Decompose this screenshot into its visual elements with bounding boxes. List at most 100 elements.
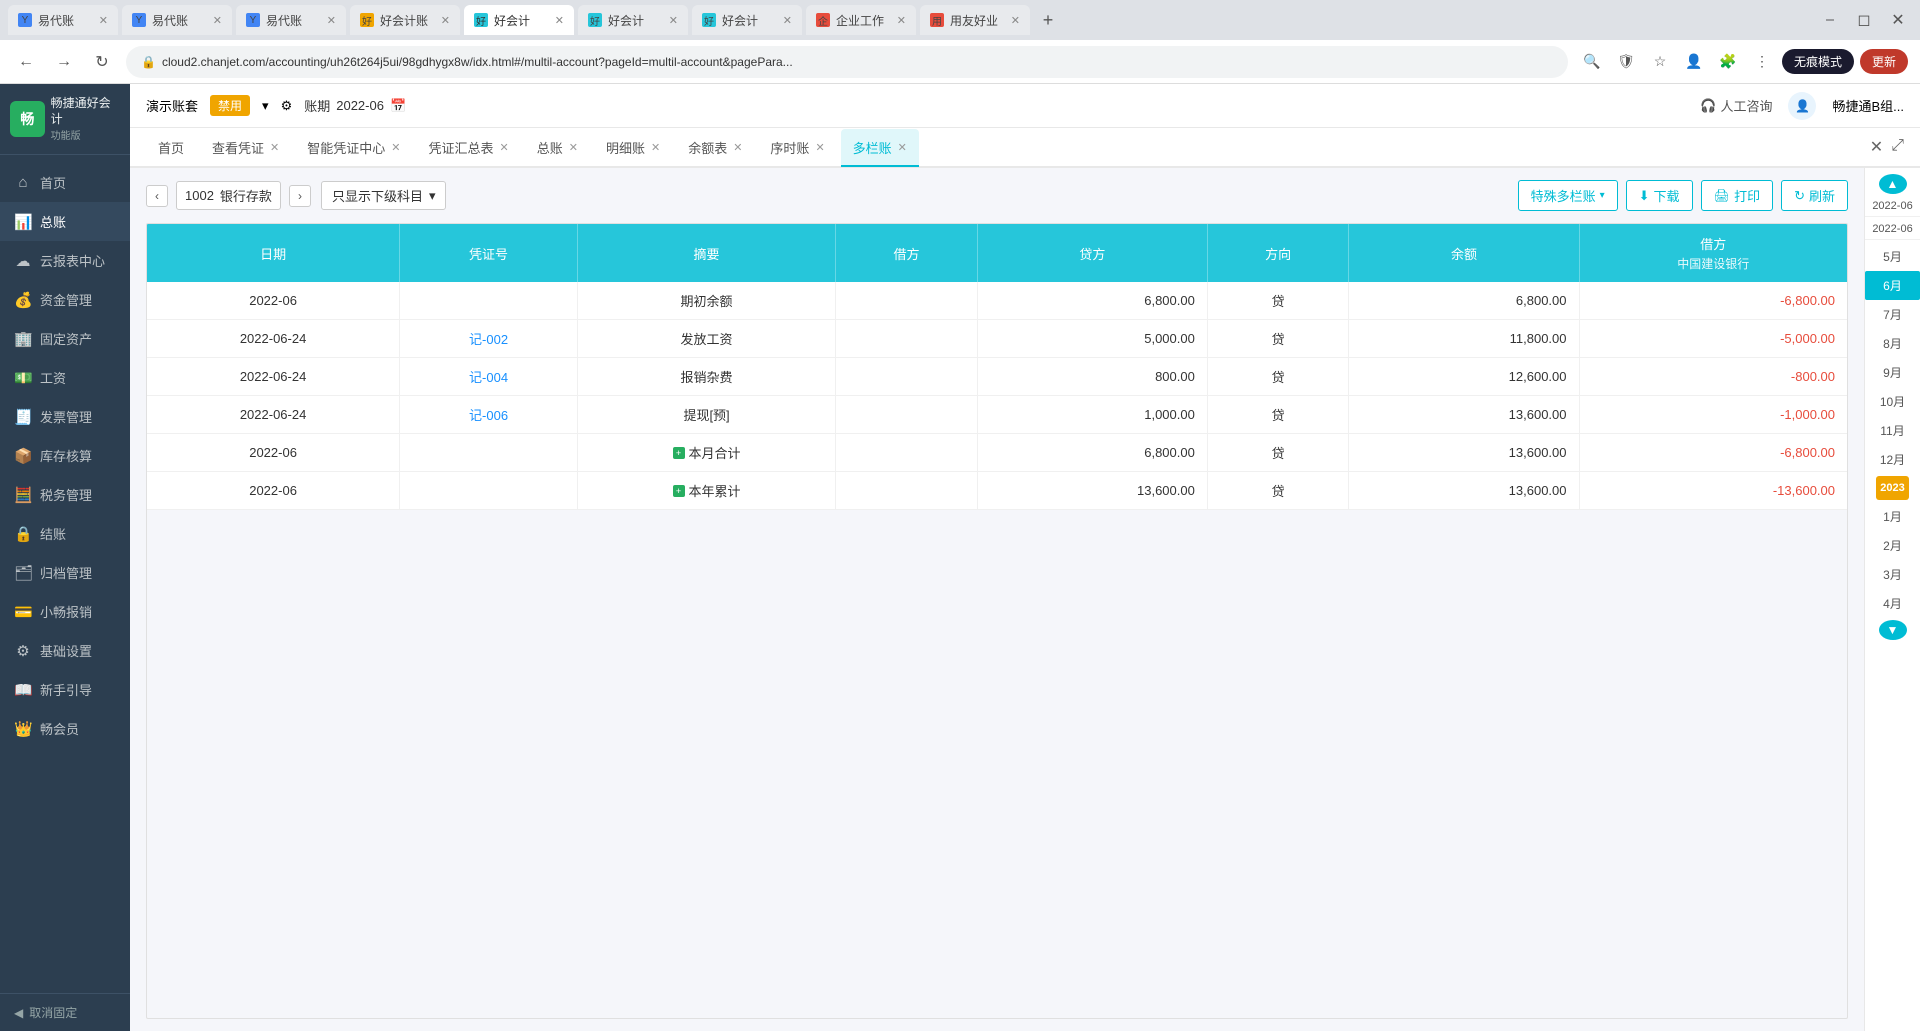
- date-nav-month-10[interactable]: 10月: [1865, 387, 1920, 416]
- tab-close-3[interactable]: ✕: [327, 14, 336, 27]
- subject-next-button[interactable]: ›: [289, 185, 311, 207]
- sidebar-item-expense[interactable]: 💳 小畅报销: [0, 592, 130, 631]
- sidebar-item-cloud-report[interactable]: ☁ 云报表中心: [0, 241, 130, 280]
- close-button[interactable]: ✕: [1884, 6, 1912, 34]
- browser-tab-2[interactable]: Y 易代账 ✕: [122, 5, 232, 35]
- update-button[interactable]: 更新: [1860, 49, 1908, 74]
- date-nav-month-5[interactable]: 5月: [1865, 242, 1920, 271]
- sidebar-item-close[interactable]: 🔒 结账: [0, 514, 130, 553]
- sidebar-item-member[interactable]: 👑 畅会员: [0, 709, 130, 748]
- tab-smart-close[interactable]: ✕: [391, 141, 400, 154]
- date-nav-month-8[interactable]: 8月: [1865, 329, 1920, 358]
- date-nav-scroll-up[interactable]: ▲: [1879, 174, 1907, 194]
- tab-close-8[interactable]: ✕: [897, 14, 906, 27]
- help-button[interactable]: 🎧 人工咨询: [1700, 96, 1772, 115]
- tab-close-7[interactable]: ✕: [783, 14, 792, 27]
- minimize-panel-icon[interactable]: ✕: [1870, 137, 1883, 157]
- browser-tab-9[interactable]: 用 用友好业 ✕: [920, 5, 1030, 35]
- tab-close-1[interactable]: ✕: [99, 14, 108, 27]
- tab-summary[interactable]: 凭证汇总表 ✕: [416, 129, 520, 167]
- shield-icon-btn[interactable]: 🛡: [1612, 48, 1640, 76]
- date-nav-month-11[interactable]: 11月: [1865, 416, 1920, 445]
- tab-home[interactable]: 首页: [146, 129, 196, 167]
- cell-voucher-4[interactable]: 记-006: [400, 396, 578, 434]
- tab-multiledger[interactable]: 多栏账 ✕: [841, 129, 919, 167]
- date-nav-2023-month-3[interactable]: 3月: [1865, 560, 1920, 589]
- more-icon-btn[interactable]: ⋮: [1748, 48, 1776, 76]
- tab-multiledger-close[interactable]: ✕: [898, 141, 907, 154]
- tab-general[interactable]: 总账 ✕: [525, 129, 590, 167]
- new-tab-button[interactable]: +: [1034, 6, 1062, 34]
- sidebar-item-fixed-assets[interactable]: 🏢 固定资产: [0, 319, 130, 358]
- tab-close-5[interactable]: ✕: [555, 14, 564, 27]
- search-icon-btn[interactable]: 🔍: [1578, 48, 1606, 76]
- extension-icon-btn[interactable]: 🧩: [1714, 48, 1742, 76]
- browser-tab-8[interactable]: 企 企业工作 ✕: [806, 5, 916, 35]
- browser-tab-4[interactable]: 好 好会计账 ✕: [350, 5, 460, 35]
- filter-selector[interactable]: 只显示下级科目 ▾: [321, 181, 447, 210]
- cell-debit2-4: -1,000.00: [1579, 396, 1847, 434]
- special-multiledger-button[interactable]: 特殊多栏账 ▾: [1518, 180, 1618, 211]
- sidebar-footer[interactable]: ◀ 取消固定: [0, 993, 130, 1031]
- sidebar-item-salary[interactable]: 💵 工资: [0, 358, 130, 397]
- browser-tab-7[interactable]: 好 好会计 ✕: [692, 5, 802, 35]
- browser-tab-5[interactable]: 好 好会计 ✕: [464, 5, 574, 35]
- tab-smart[interactable]: 智能凭证中心 ✕: [295, 129, 412, 167]
- restore-button[interactable]: ◻: [1850, 6, 1878, 34]
- tab-close-4[interactable]: ✕: [441, 14, 450, 27]
- minimize-button[interactable]: ⎯: [1816, 6, 1844, 34]
- cell-voucher-3[interactable]: 记-004: [400, 358, 578, 396]
- tab-summary-close[interactable]: ✕: [500, 141, 509, 154]
- sidebar-item-finance[interactable]: 💰 资金管理: [0, 280, 130, 319]
- browser-tab-6[interactable]: 好 好会计 ✕: [578, 5, 688, 35]
- calendar-icon[interactable]: 📅: [390, 98, 406, 114]
- sidebar-item-settings[interactable]: ⚙ 基础设置: [0, 631, 130, 670]
- incognito-button[interactable]: 无痕模式: [1782, 49, 1854, 74]
- tab-general-close[interactable]: ✕: [569, 141, 578, 154]
- tab-voucher-close[interactable]: ✕: [270, 141, 279, 154]
- tab-sequence-close[interactable]: ✕: [815, 141, 824, 154]
- sidebar-item-tax[interactable]: 🧮 税务管理: [0, 475, 130, 514]
- tab-detail-close[interactable]: ✕: [651, 141, 660, 154]
- cell-voucher-2[interactable]: 记-002: [400, 320, 578, 358]
- tab-close-6[interactable]: ✕: [669, 14, 678, 27]
- expand-panel-icon[interactable]: ⤢: [1891, 137, 1904, 157]
- tab-balance-close[interactable]: ✕: [733, 141, 742, 154]
- back-button[interactable]: ←: [12, 48, 40, 76]
- sidebar-item-invoice[interactable]: 🧾 发票管理: [0, 397, 130, 436]
- date-nav-month-12[interactable]: 12月: [1865, 445, 1920, 474]
- sidebar-item-inventory[interactable]: 📦 库存核算: [0, 436, 130, 475]
- star-icon-btn[interactable]: ☆: [1646, 48, 1674, 76]
- tab-close-9[interactable]: ✕: [1011, 14, 1020, 27]
- subject-selector[interactable]: 1002 银行存款: [176, 181, 281, 210]
- date-nav-month-7[interactable]: 7月: [1865, 300, 1920, 329]
- date-nav-scroll-down[interactable]: ▼: [1879, 620, 1907, 640]
- date-nav-2023-month-4[interactable]: 4月: [1865, 589, 1920, 618]
- date-nav-2023-month-2[interactable]: 2月: [1865, 531, 1920, 560]
- date-nav-month-6[interactable]: 6月: [1865, 271, 1920, 300]
- url-bar[interactable]: 🔒 cloud2.chanjet.com/accounting/uh26t264…: [126, 46, 1568, 78]
- tab-balance[interactable]: 余额表 ✕: [676, 129, 754, 167]
- profile-icon-btn[interactable]: 👤: [1680, 48, 1708, 76]
- print-button[interactable]: 🖨 打印: [1701, 180, 1774, 211]
- date-nav-month-9[interactable]: 9月: [1865, 358, 1920, 387]
- browser-tab-3[interactable]: Y 易代账 ✕: [236, 5, 346, 35]
- settings-icon-btn[interactable]: ⚙: [281, 98, 293, 114]
- download-button[interactable]: ⬇ 下载: [1626, 180, 1693, 211]
- browser-tab-1[interactable]: Y 易代账 ✕: [8, 5, 118, 35]
- sidebar-item-home[interactable]: ⌂ 首页: [0, 163, 130, 202]
- reload-button[interactable]: ↻: [88, 48, 116, 76]
- tag-dropdown-icon[interactable]: ▾: [262, 98, 269, 114]
- sidebar-item-guide[interactable]: 📖 新手引导: [0, 670, 130, 709]
- sidebar-item-ledger[interactable]: 📊 总账: [0, 202, 130, 241]
- subject-prev-button[interactable]: ‹: [146, 185, 168, 207]
- date-nav-2023-month-1[interactable]: 1月: [1865, 502, 1920, 531]
- sidebar-item-archive[interactable]: 🗂 归档管理: [0, 553, 130, 592]
- tab-detail[interactable]: 明细账 ✕: [594, 129, 672, 167]
- user-avatar[interactable]: 👤: [1788, 92, 1816, 120]
- refresh-button[interactable]: ↻ 刷新: [1781, 180, 1848, 211]
- forward-button[interactable]: →: [50, 48, 78, 76]
- tab-voucher[interactable]: 查看凭证 ✕: [200, 129, 291, 167]
- tab-sequence[interactable]: 序时账 ✕: [758, 129, 836, 167]
- tab-close-2[interactable]: ✕: [213, 14, 222, 27]
